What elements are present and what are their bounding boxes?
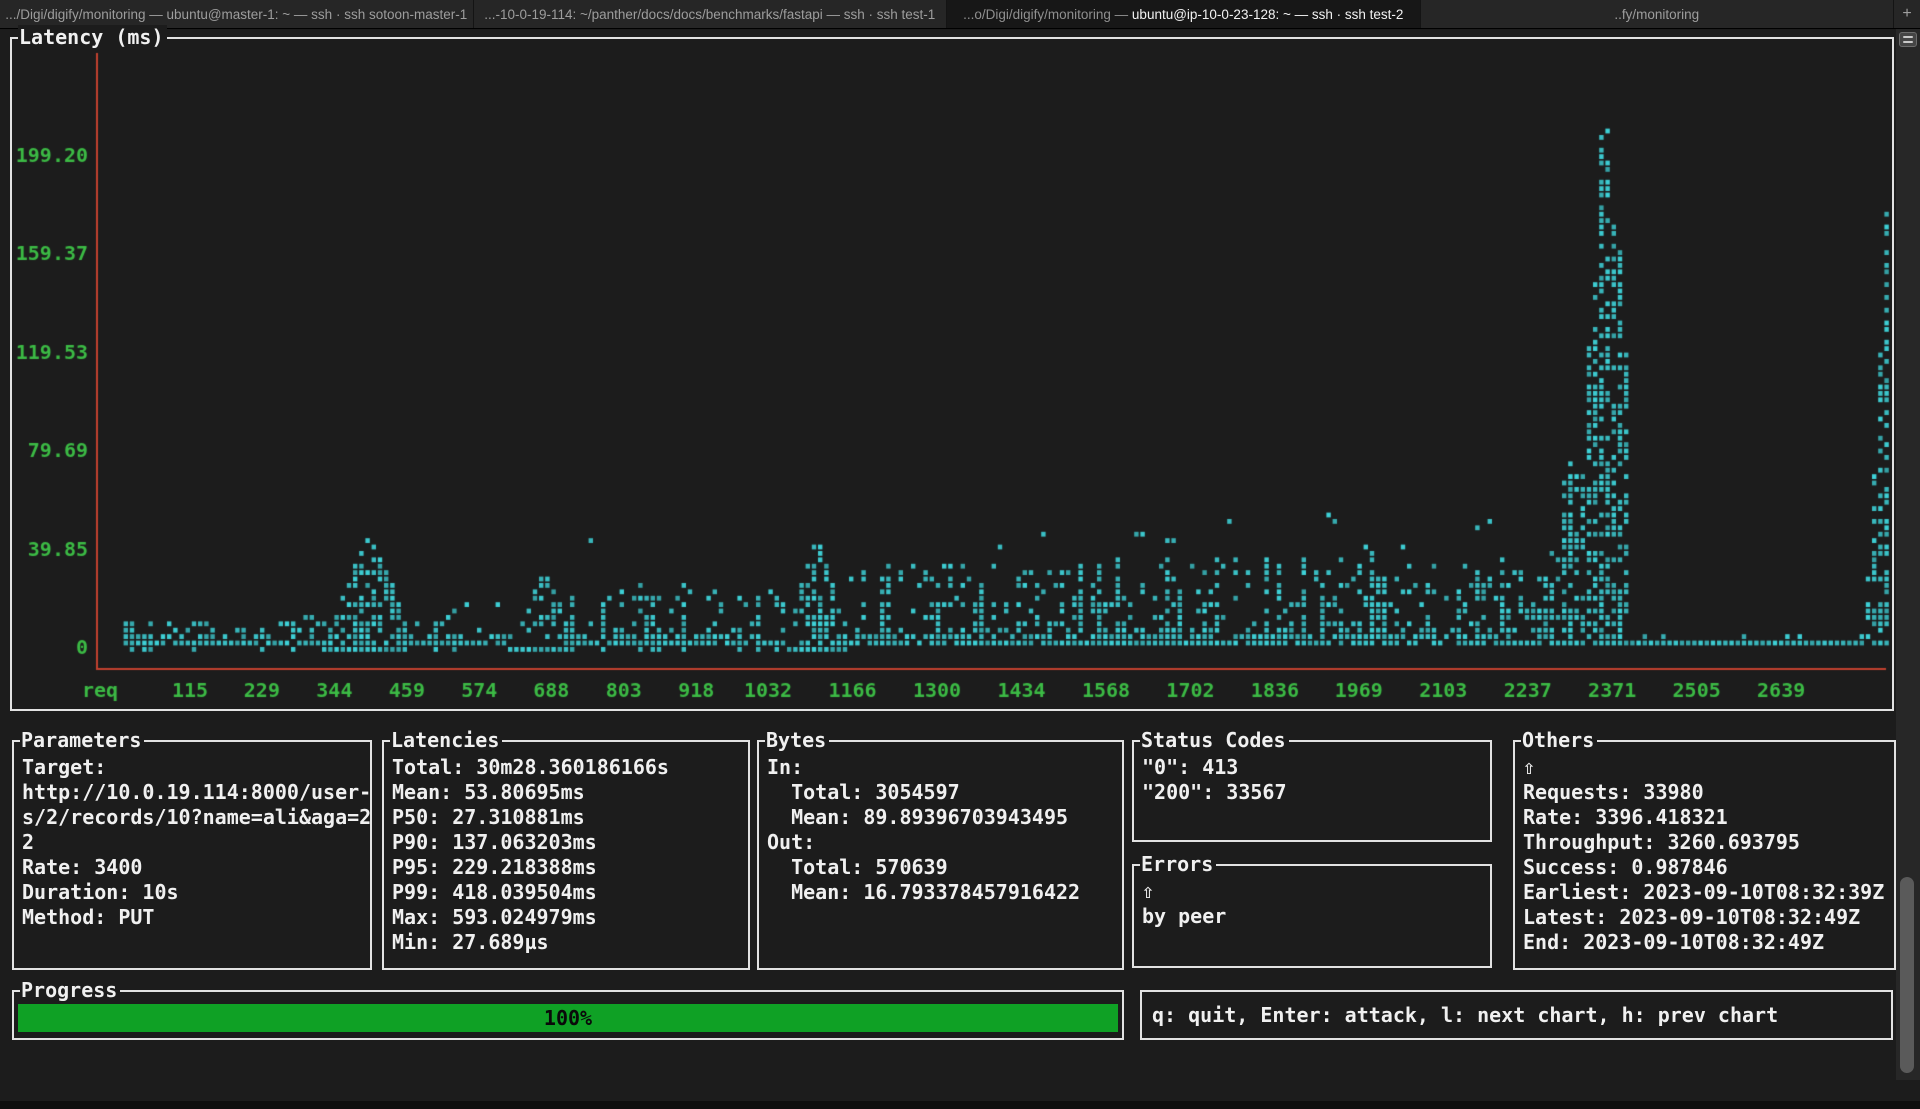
others-panel: Others ⇧ Requests: 33980 Rate: 3396.4183… xyxy=(1513,740,1896,970)
tab-monitoring[interactable]: ..fy/monitoring xyxy=(1421,0,1895,28)
errors-content: ⇧ by peer xyxy=(1142,879,1490,929)
status-codes-title: Status Codes xyxy=(1140,728,1289,752)
latency-chart-canvas xyxy=(12,39,1892,709)
terminal-content: Latency (ms) Parameters Target: http://1… xyxy=(0,29,1920,1080)
parameters-title: Parameters xyxy=(20,728,144,752)
progress-track: 100% xyxy=(18,1004,1118,1032)
help-text: q: quit, Enter: attack, l: next chart, h… xyxy=(1152,1003,1778,1027)
tab-label: ..fy/monitoring xyxy=(1614,7,1699,22)
progress-panel: Progress 100% xyxy=(12,990,1124,1040)
status-codes-content: "0": 413 "200": 33567 xyxy=(1142,755,1490,805)
tab-bar: .../Digi/digify/monitoring — ubuntu@mast… xyxy=(0,0,1920,29)
scrollbar-track[interactable] xyxy=(1896,29,1920,1080)
tab-label: ...o/Digi/digify/monitoring — ubuntu@ip-… xyxy=(963,7,1403,22)
bytes-title: Bytes xyxy=(765,728,829,752)
terminal-menu-icon[interactable] xyxy=(1899,32,1917,47)
tab-label: ...-10-0-19-114: ~/panther/docs/docs/ben… xyxy=(484,7,935,22)
others-title: Others xyxy=(1521,728,1597,752)
latencies-title: Latencies xyxy=(390,728,502,752)
latencies-panel: Latencies Total: 30m28.360186166s Mean: … xyxy=(382,740,750,970)
menu-bar-line xyxy=(1903,41,1913,43)
progress-fill: 100% xyxy=(18,1004,1118,1032)
errors-panel: Errors ⇧ by peer xyxy=(1132,864,1492,968)
tab-ssh-test-1[interactable]: ...-10-0-19-114: ~/panther/docs/docs/ben… xyxy=(474,0,948,28)
errors-title: Errors xyxy=(1140,852,1216,876)
new-tab-button[interactable]: + xyxy=(1894,0,1920,28)
scrollbar-thumb[interactable] xyxy=(1900,877,1914,1073)
status-codes-panel: Status Codes "0": 413 "200": 33567 xyxy=(1132,740,1492,842)
parameters-panel: Parameters Target: http://10.0.19.114:80… xyxy=(12,740,372,970)
tab-label: .../Digi/digify/monitoring — ubuntu@mast… xyxy=(5,7,467,22)
menu-bar-line xyxy=(1903,36,1913,38)
bytes-content: In: Total: 3054597 Mean: 89.893967039434… xyxy=(767,755,1122,905)
tab-ssh-sotoon-master-1[interactable]: .../Digi/digify/monitoring — ubuntu@mast… xyxy=(0,0,474,28)
others-content: ⇧ Requests: 33980 Rate: 3396.418321 Thro… xyxy=(1523,755,1894,955)
latency-chart-panel: Latency (ms) xyxy=(10,37,1894,711)
window-bottom-edge xyxy=(0,1101,1920,1109)
parameters-content: Target: http://10.0.19.114:8000/user- s/… xyxy=(22,755,370,930)
help-panel: q: quit, Enter: attack, l: next chart, h… xyxy=(1140,990,1893,1040)
terminal-window: .../Digi/digify/monitoring — ubuntu@mast… xyxy=(0,0,1920,1080)
latencies-content: Total: 30m28.360186166s Mean: 53.80695ms… xyxy=(392,755,748,955)
bytes-panel: Bytes In: Total: 3054597 Mean: 89.893967… xyxy=(757,740,1124,970)
progress-title: Progress xyxy=(20,978,120,1002)
tab-ssh-test-2-active[interactable]: ...o/Digi/digify/monitoring — ubuntu@ip-… xyxy=(947,0,1421,28)
progress-value: 100% xyxy=(544,1006,592,1030)
